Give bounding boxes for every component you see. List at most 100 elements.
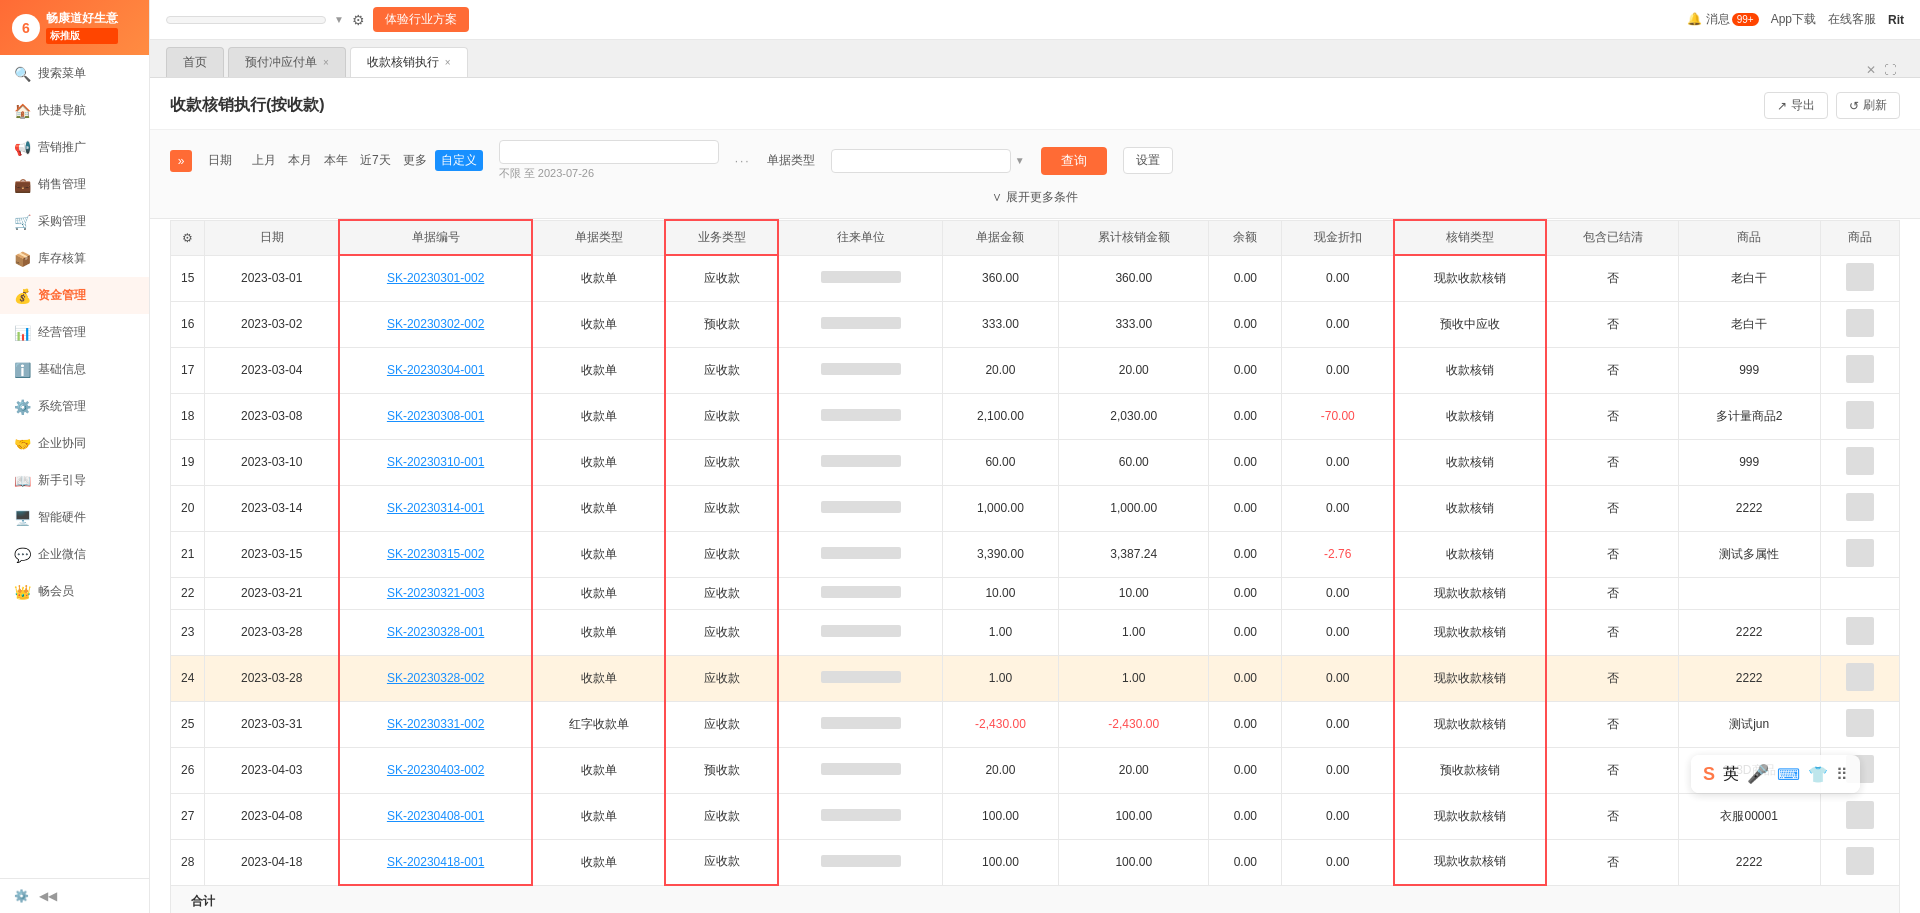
cell-accumulated: 2,030.00 bbox=[1058, 393, 1208, 439]
refresh-button[interactable]: ↺ 刷新 bbox=[1836, 92, 1900, 119]
watermark-inner: S 英 🎤 ⌨ 👕 ⠿ bbox=[1691, 755, 1860, 793]
cell-included: 否 bbox=[1546, 347, 1678, 393]
tab-prepay-close[interactable]: × bbox=[323, 57, 329, 68]
maximize-icon[interactable]: ⛶ bbox=[1884, 63, 1896, 77]
tab-prepay[interactable]: 预付冲应付单 × bbox=[228, 47, 346, 77]
cell-date: 2023-04-18 bbox=[205, 839, 339, 885]
sn-link[interactable]: SK-20230302-002 bbox=[387, 317, 484, 331]
cell-accumulated: 1.00 bbox=[1058, 655, 1208, 701]
cell-verify-type: 收款核销 bbox=[1394, 393, 1546, 439]
voucher-type-input[interactable] bbox=[831, 149, 1011, 173]
cell-amount: 100.00 bbox=[942, 793, 1058, 839]
cell-amount: 1.00 bbox=[942, 655, 1058, 701]
sidebar-item-finance[interactable]: 💰 资金管理 bbox=[0, 277, 149, 314]
date-more[interactable]: 更多 bbox=[399, 150, 431, 171]
sn-link[interactable]: SK-20230328-002 bbox=[387, 671, 484, 685]
watermark-icon-4[interactable]: 👕 bbox=[1808, 765, 1828, 784]
sidebar-item-quicknav[interactable]: 🏠 快捷导航 bbox=[0, 92, 149, 129]
query-button[interactable]: 查询 bbox=[1041, 147, 1107, 175]
sidebar-item-search[interactable]: 🔍 搜索菜单 bbox=[0, 55, 149, 92]
sn-link[interactable]: SK-20230304-001 bbox=[387, 363, 484, 377]
sn-link[interactable]: SK-20230418-001 bbox=[387, 855, 484, 869]
watermark-icon-3[interactable]: ⌨ bbox=[1777, 765, 1800, 784]
sn-link[interactable]: SK-20230328-001 bbox=[387, 625, 484, 639]
filter-toggle-button[interactable]: » bbox=[170, 150, 192, 172]
cell-sn: SK-20230331-002 bbox=[339, 701, 532, 747]
date-custom[interactable]: 自定义 bbox=[435, 150, 483, 171]
sn-link[interactable]: SK-20230403-002 bbox=[387, 763, 484, 777]
sidebar-item-label: 新手引导 bbox=[38, 472, 86, 489]
collapse-icon[interactable]: ◀◀ bbox=[39, 889, 57, 903]
watermark-icon-5[interactable]: ⠿ bbox=[1836, 765, 1848, 784]
cell-discount: 0.00 bbox=[1282, 747, 1394, 793]
sn-link[interactable]: SK-20230308-001 bbox=[387, 409, 484, 423]
cell-amount: 333.00 bbox=[942, 301, 1058, 347]
chart-icon: 📊 bbox=[14, 325, 30, 341]
tab-verify[interactable]: 收款核销执行 × bbox=[350, 47, 468, 77]
sidebar-item-operations[interactable]: 📊 经营管理 bbox=[0, 314, 149, 351]
sidebar-item-system[interactable]: ⚙️ 系统管理 bbox=[0, 388, 149, 425]
sn-link[interactable]: SK-20230310-001 bbox=[387, 455, 484, 469]
setting-button[interactable]: 设置 bbox=[1123, 147, 1173, 174]
online-service-link[interactable]: 在线客服 bbox=[1828, 11, 1876, 28]
date-last-month[interactable]: 上月 bbox=[248, 150, 280, 171]
sn-link[interactable]: SK-20230321-003 bbox=[387, 586, 484, 600]
cell-accumulated: 60.00 bbox=[1058, 439, 1208, 485]
solution-button[interactable]: 体验行业方案 bbox=[373, 7, 469, 32]
sidebar-item-hardware[interactable]: 🖥️ 智能硬件 bbox=[0, 499, 149, 536]
cell-accumulated: 20.00 bbox=[1058, 747, 1208, 793]
watermark-icon-1[interactable]: 英 bbox=[1723, 764, 1739, 785]
filter-expand-row: ∨ 展开更多条件 bbox=[170, 187, 1900, 208]
expand-conditions[interactable]: ∨ 展开更多条件 bbox=[992, 189, 1077, 206]
cell-balance: 0.00 bbox=[1209, 301, 1282, 347]
cell-partner bbox=[778, 485, 942, 531]
message-area[interactable]: 🔔 消息99+ bbox=[1687, 11, 1758, 28]
cell-goods: 2222 bbox=[1678, 655, 1820, 701]
cell-biz: 应收款 bbox=[665, 577, 778, 609]
address-input[interactable] bbox=[166, 16, 326, 24]
sidebar-item-inventory[interactable]: 📦 库存核算 bbox=[0, 240, 149, 277]
topbar-gear-icon[interactable]: ⚙ bbox=[352, 12, 365, 28]
cell-type: 收款单 bbox=[532, 839, 665, 885]
cell-sn: SK-20230408-001 bbox=[339, 793, 532, 839]
sn-link[interactable]: SK-20230408-001 bbox=[387, 809, 484, 823]
close-all-icon[interactable]: ✕ bbox=[1866, 63, 1876, 77]
watermark-icon-2[interactable]: 🎤 bbox=[1747, 763, 1769, 785]
sidebar-item-sales[interactable]: 💼 销售管理 bbox=[0, 166, 149, 203]
cell-no: 26 bbox=[171, 747, 205, 793]
cell-partner bbox=[778, 531, 942, 577]
sidebar-item-collab[interactable]: 🤝 企业协同 bbox=[0, 425, 149, 462]
cell-type: 收款单 bbox=[532, 531, 665, 577]
counterpart-input[interactable] bbox=[499, 140, 719, 164]
export-button[interactable]: ↗ 导出 bbox=[1764, 92, 1828, 119]
sn-link[interactable]: SK-20230301-002 bbox=[387, 271, 484, 285]
cell-date: 2023-03-21 bbox=[205, 577, 339, 609]
sidebar-item-newbie[interactable]: 📖 新手引导 bbox=[0, 462, 149, 499]
col-partner: 往来单位 bbox=[778, 220, 942, 255]
cell-sn: SK-20230302-002 bbox=[339, 301, 532, 347]
cell-verify-type: 收款核销 bbox=[1394, 347, 1546, 393]
tab-home[interactable]: 首页 bbox=[166, 47, 224, 77]
sn-link[interactable]: SK-20230331-002 bbox=[387, 717, 484, 731]
cell-amount: 360.00 bbox=[942, 255, 1058, 301]
date-7days[interactable]: 近7天 bbox=[356, 150, 395, 171]
date-this-month[interactable]: 本月 bbox=[284, 150, 316, 171]
settings-icon[interactable]: ⚙️ bbox=[14, 889, 29, 903]
cell-included: 否 bbox=[1546, 255, 1678, 301]
sn-link[interactable]: SK-20230314-001 bbox=[387, 501, 484, 515]
sidebar-item-member[interactable]: 👑 畅会员 bbox=[0, 573, 149, 610]
sidebar-item-basics[interactable]: ℹ️ 基础信息 bbox=[0, 351, 149, 388]
sn-link[interactable]: SK-20230315-002 bbox=[387, 547, 484, 561]
app-download-link[interactable]: App下载 bbox=[1771, 11, 1816, 28]
cell-thumb bbox=[1820, 255, 1899, 301]
sidebar-item-wechat[interactable]: 💬 企业微信 bbox=[0, 536, 149, 573]
sidebar-item-label: 企业协同 bbox=[38, 435, 86, 452]
col-settings[interactable]: ⚙ bbox=[171, 220, 205, 255]
voucher-type-dropdown-icon[interactable]: ▼ bbox=[1015, 155, 1025, 166]
date-this-year[interactable]: 本年 bbox=[320, 150, 352, 171]
sidebar-item-purchase[interactable]: 🛒 采购管理 bbox=[0, 203, 149, 240]
tab-verify-close[interactable]: × bbox=[445, 57, 451, 68]
cell-partner bbox=[778, 255, 942, 301]
sidebar-item-marketing[interactable]: 📢 营销推广 bbox=[0, 129, 149, 166]
cell-verify-type: 现款收款核销 bbox=[1394, 839, 1546, 885]
